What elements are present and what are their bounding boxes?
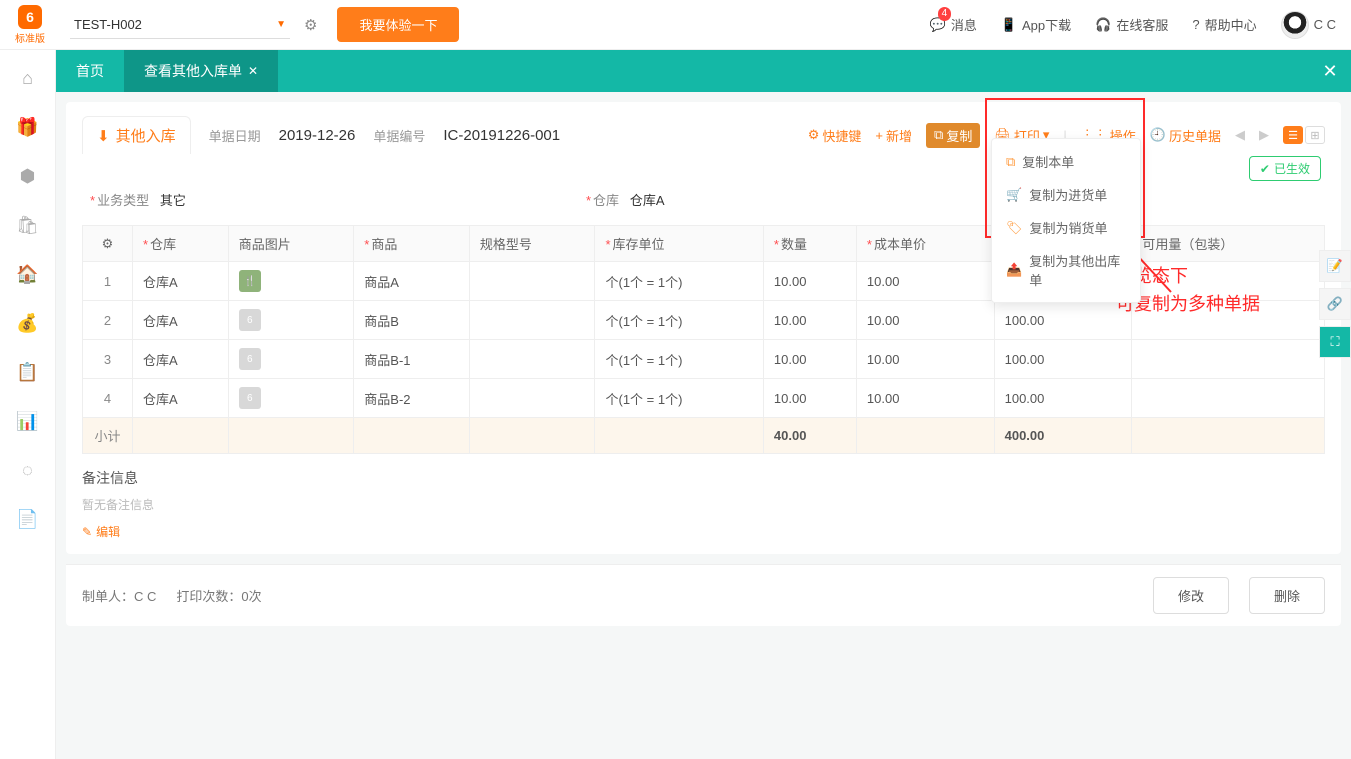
sidebar: ⌂ 🎁 ⬢ 🛍 🏠 💰 📋 📊 ◌ 📄 (0, 50, 56, 759)
logo-icon: 6 (18, 5, 42, 29)
delete-button[interactable]: 删除 (1249, 577, 1325, 614)
expand-icon[interactable]: ⛶ (1319, 326, 1351, 358)
copy-button[interactable]: ⧉ 复制 (926, 123, 980, 148)
copy-to-sales[interactable]: 🏷复制为销货单 (992, 211, 1140, 244)
chevron-down-icon: ▼ (276, 19, 286, 30)
doc-number: IC-20191226-001 (443, 127, 560, 144)
help-icon: ? (1192, 17, 1199, 32)
shortcut-button[interactable]: ⚙ 快捷键 (808, 126, 862, 145)
close-all-icon[interactable]: ✕ (1309, 50, 1351, 92)
creator-info: 制单人：C C (82, 586, 156, 605)
view-toggle: ☰ ⊞ (1283, 126, 1325, 144)
bag-icon[interactable]: 🛍 (16, 215, 39, 236)
add-button[interactable]: + 新增 (875, 126, 912, 145)
headset-icon: 🎧 (1095, 17, 1111, 33)
home-icon[interactable]: ⌂ (22, 68, 33, 89)
money-icon[interactable]: 💰 (16, 313, 38, 334)
warehouse-value: 仓库A (630, 193, 665, 208)
grid-view-icon[interactable]: ⊞ (1305, 126, 1325, 144)
messages-link[interactable]: 💬 4 消息 (930, 15, 977, 34)
inbound-icon: ⬇ (97, 127, 110, 145)
gear-column-icon[interactable]: ⚙ (83, 226, 133, 262)
footer-bar: 制单人：C C 打印次数：0次 修改 删除 (66, 564, 1341, 626)
note-icon[interactable]: 📝 (1319, 250, 1351, 282)
new-icon[interactable]: 📄 (16, 509, 38, 530)
shop-icon[interactable]: ⬢ (20, 166, 36, 187)
copy-dropdown: ⧉复制本单 🛒复制为进货单 🏷复制为销货单 📤复制为其他出库单 (991, 138, 1141, 303)
copy-this-doc[interactable]: ⧉复制本单 (992, 145, 1140, 178)
history-button[interactable]: 🕘 历史单据 (1150, 126, 1221, 145)
link-icon[interactable]: 🔗 (1319, 288, 1351, 320)
logo-edition: 标准版 (15, 30, 45, 45)
gear-icon[interactable]: ⚙ (304, 16, 317, 34)
modify-button[interactable]: 修改 (1153, 577, 1229, 614)
right-dock: 📝 🔗 ⛶ (1319, 250, 1351, 358)
remarks-section: 备注信息 暂无备注信息 ✎ 编辑 (82, 468, 1325, 540)
close-icon[interactable]: ✕ (248, 64, 258, 78)
copy-to-outbound[interactable]: 📤复制为其他出库单 (992, 244, 1140, 296)
status-badge: ✔ 已生效 (1249, 156, 1321, 181)
logo[interactable]: 6 标准版 (15, 5, 45, 45)
business-selector[interactable]: TEST-H002 ▼ (70, 11, 290, 39)
remarks-title: 备注信息 (82, 468, 1325, 488)
tab-view-inbound[interactable]: 查看其他入库单 ✕ (124, 50, 278, 92)
avatar (1281, 11, 1309, 39)
prev-icon[interactable]: ◀ (1235, 127, 1245, 143)
copy-icon: ⧉ (1006, 154, 1015, 170)
phone-icon: 📱 (1001, 17, 1017, 33)
remarks-empty: 暂无备注信息 (82, 496, 1325, 513)
tag-icon: 🏷 (1006, 220, 1023, 236)
document-panel: ⬇ 其他入库 单据日期 2019-12-26 单据编号 IC-20191226-… (66, 102, 1341, 554)
print-count: 打印次数：0次 (176, 586, 261, 605)
cart-icon: 🛒 (1006, 187, 1022, 203)
next-icon[interactable]: ▶ (1259, 127, 1269, 143)
edit-remarks-button[interactable]: ✎ 编辑 (82, 523, 1325, 540)
business-name: TEST-H002 (74, 17, 142, 32)
sync-icon[interactable]: ◌ (22, 460, 33, 481)
gift-icon[interactable]: 🎁 (16, 117, 38, 138)
biz-type-value: 其它 (160, 193, 186, 208)
list-view-icon[interactable]: ☰ (1283, 126, 1303, 144)
tab-home[interactable]: 首页 (56, 50, 124, 92)
user-menu[interactable]: C C (1281, 11, 1336, 39)
online-service-link[interactable]: 🎧在线客服 (1095, 15, 1168, 34)
copy-to-purchase[interactable]: 🛒复制为进货单 (992, 178, 1140, 211)
app-download-link[interactable]: 📱App下载 (1001, 15, 1071, 34)
document-title: ⬇ 其他入库 (82, 116, 191, 154)
try-button[interactable]: 我要体验一下 (337, 7, 459, 42)
warehouse-icon[interactable]: 🏠 (16, 264, 38, 285)
report-icon[interactable]: 📊 (16, 411, 38, 432)
tab-bar: 首页 查看其他入库单 ✕ ✕ (56, 50, 1351, 92)
out-icon: 📤 (1006, 262, 1022, 278)
doc-date: 2019-12-26 (279, 127, 356, 144)
top-bar: 6 标准版 TEST-H002 ▼ ⚙ 我要体验一下 💬 4 消息 📱App下载… (0, 0, 1351, 50)
message-badge: 4 (938, 7, 952, 21)
table-row[interactable]: 4仓库A6商品B-2个(1个 = 1个)10.0010.00100.00 (83, 379, 1325, 418)
help-center-link[interactable]: ?帮助中心 (1192, 15, 1256, 34)
clipboard-icon[interactable]: 📋 (16, 362, 38, 383)
table-row[interactable]: 3仓库A6商品B-1个(1个 = 1个)10.0010.00100.00 (83, 340, 1325, 379)
